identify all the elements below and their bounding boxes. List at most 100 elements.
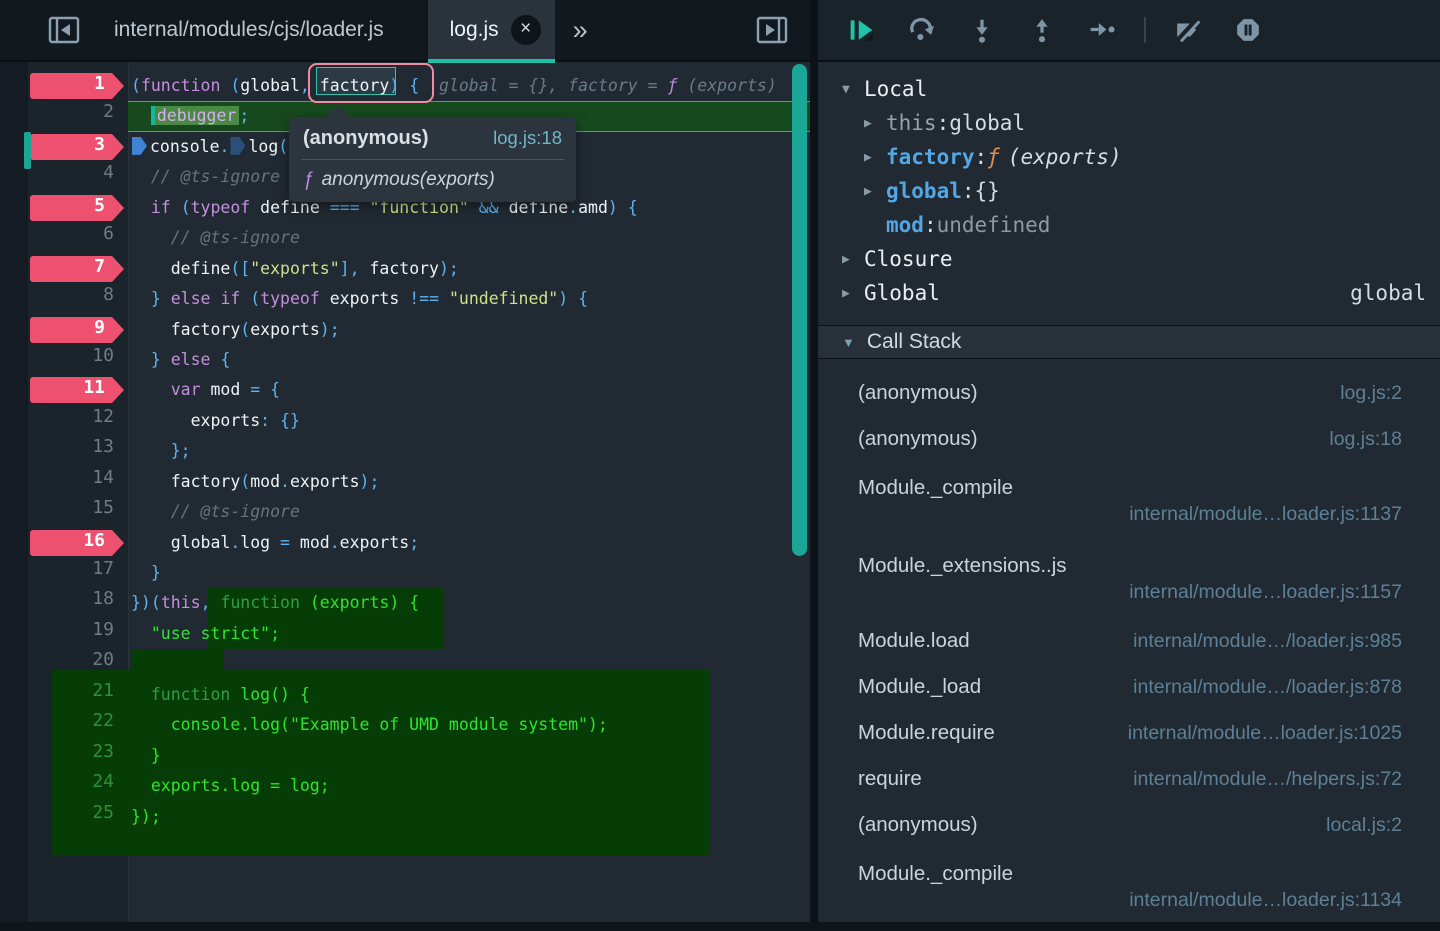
gutter-cell[interactable]: 6 (0, 223, 128, 253)
breakpoint-badge[interactable]: 3 (30, 133, 124, 160)
editor-scrollbar-thumb[interactable] (792, 64, 807, 556)
line-number[interactable]: 6 (103, 223, 114, 244)
call-stack-frame[interactable]: Module._extensions..js internal/module…lo… (818, 540, 1440, 618)
call-stack-header[interactable]: ▼ Call Stack (818, 325, 1440, 359)
gutter-cell[interactable]: 15 (0, 497, 128, 527)
call-stack-frame[interactable]: require internal/module…/helpers.js:72 (818, 756, 1440, 802)
gutter-cell[interactable]: 20 (0, 649, 128, 679)
breakpoint-badge[interactable]: 11 (30, 377, 124, 404)
breakpoint-badge[interactable]: 9 (30, 316, 124, 343)
collapse-panel-icon[interactable] (48, 16, 80, 44)
scope-variable-mod[interactable]: mod: undefined (818, 208, 1440, 242)
line-number[interactable]: 18 (92, 588, 114, 609)
pause-on-exceptions-icon[interactable] (1234, 17, 1262, 43)
scope-section-global[interactable]: ▶ Global global (818, 276, 1440, 310)
scope-variable-global[interactable]: ▶ global: {} (818, 174, 1440, 208)
gutter-cell[interactable]: 7 (0, 254, 128, 284)
gutter-cell[interactable]: 2 (0, 101, 128, 131)
line-number[interactable]: 8 (103, 284, 114, 305)
line-number[interactable]: 24 (92, 771, 114, 792)
line-number[interactable]: 21 (92, 680, 114, 701)
call-stack-frame[interactable]: (anonymous) local.js:2 (818, 802, 1440, 848)
gutter-cell[interactable]: 10 (0, 345, 128, 375)
gutter-cell[interactable]: 8 (0, 284, 128, 314)
scope-variable-factory[interactable]: ▶ factory: ƒ (exports) (818, 140, 1440, 174)
token-id: exports (289, 471, 360, 491)
step-into-icon[interactable] (968, 17, 996, 43)
gutter-cell[interactable]: 22 (0, 710, 128, 740)
line-number[interactable]: 4 (103, 162, 114, 183)
gutter-cell[interactable]: 12 (0, 406, 128, 436)
line-number[interactable]: 12 (92, 406, 114, 427)
token-dbg: debugger (150, 106, 240, 126)
panel-divider[interactable] (810, 0, 818, 931)
line-number[interactable]: 10 (92, 345, 114, 366)
gutter-cell[interactable]: 11 (0, 375, 128, 405)
token-g: }); (131, 806, 161, 826)
gutter-cell[interactable]: 1 (0, 71, 128, 101)
call-stack-frame[interactable]: Module.require internal/module…loader.js:… (818, 710, 1440, 756)
chevron-right-icon[interactable]: ▶ (864, 116, 886, 131)
gutter-cell[interactable]: 4 (0, 162, 128, 192)
gutter-cell[interactable]: 14 (0, 467, 128, 497)
gutter-cell[interactable]: 5 (0, 193, 128, 223)
gutter-cell[interactable]: 9 (0, 315, 128, 345)
breakpoint-badge[interactable]: 5 (30, 194, 124, 221)
gutter-cell[interactable]: 3 (0, 132, 128, 162)
chevron-right-icon[interactable]: ▶ (864, 184, 886, 199)
scope-section-closure[interactable]: ▶ Closure (818, 242, 1440, 276)
call-stack-frame[interactable]: Module._compile internal/module…loader.js… (818, 848, 1440, 922)
step-out-icon[interactable] (1028, 17, 1056, 43)
step-forward-icon[interactable] (1088, 17, 1116, 43)
call-stack-frame[interactable]: Module._compile internal/module…loader.js… (818, 462, 1440, 540)
call-stack-frame[interactable]: Module.load internal/module…/loader.js:98… (818, 618, 1440, 664)
gutter-cell[interactable]: 21 (0, 680, 128, 710)
line-number[interactable]: 19 (92, 619, 114, 640)
line-number[interactable]: 15 (92, 497, 114, 518)
line-number[interactable]: 14 (92, 467, 114, 488)
line-number[interactable]: 2 (103, 101, 114, 122)
more-tabs-icon[interactable]: » (573, 16, 588, 44)
gutter-cell[interactable]: 24 (0, 771, 128, 801)
call-stack-frame[interactable]: Module._load internal/module…/loader.js:8… (818, 664, 1440, 710)
gutter-cell[interactable]: 16 (0, 528, 128, 558)
step-over-icon[interactable] (908, 17, 936, 43)
line-number[interactable]: 25 (92, 802, 114, 823)
chevron-right-icon[interactable]: ▶ (864, 150, 886, 165)
breakpoint-badge[interactable]: 1 (30, 73, 124, 99)
breakpoint-badge[interactable]: 16 (30, 529, 124, 556)
tab-loader-js[interactable]: internal/modules/cjs/loader.js (114, 18, 384, 42)
line-number[interactable]: 17 (92, 558, 114, 579)
token-pun: { (627, 197, 638, 217)
tooltip-source-link[interactable]: log.js:18 (493, 127, 562, 149)
close-icon[interactable]: × (510, 15, 541, 45)
gutter-cell[interactable]: 23 (0, 741, 128, 771)
gutter-cell[interactable]: 19 (0, 619, 128, 649)
tab-log-js[interactable]: log.js × (427, 0, 555, 63)
call-stack-frame[interactable]: (anonymous) log.js:2 (818, 370, 1440, 416)
deactivate-breakpoints-icon[interactable] (1174, 17, 1202, 43)
column-breakpoint-icon[interactable] (230, 136, 246, 155)
call-stack-frame[interactable]: (anonymous) log.js:18 (818, 416, 1440, 462)
gutter-cell[interactable]: 13 (0, 436, 128, 466)
gutter-cell[interactable]: 17 (0, 558, 128, 588)
expand-panel-icon[interactable] (756, 16, 788, 44)
line-number[interactable]: 13 (92, 436, 114, 457)
line-number[interactable]: 20 (92, 649, 114, 670)
gutter-cell[interactable]: 25 (0, 802, 128, 832)
token-pun: . (219, 136, 230, 156)
frame-function-name: Module.require (858, 721, 995, 744)
column-breakpoint-icon[interactable] (132, 136, 147, 155)
breakpoint-badge[interactable]: 7 (30, 255, 124, 282)
chevron-right-icon[interactable]: ▶ (842, 286, 864, 301)
scope-section-local[interactable]: ▼ Local (818, 72, 1440, 106)
resume-icon[interactable] (848, 17, 876, 43)
chevron-down-icon[interactable]: ▼ (842, 82, 864, 97)
chevron-right-icon[interactable]: ▶ (842, 252, 864, 267)
line-number[interactable]: 22 (92, 710, 114, 731)
scope-variable-this[interactable]: ▶ this: global (818, 106, 1440, 140)
line-number[interactable]: 23 (92, 741, 114, 762)
gutter-cell[interactable]: 18 (0, 588, 128, 618)
